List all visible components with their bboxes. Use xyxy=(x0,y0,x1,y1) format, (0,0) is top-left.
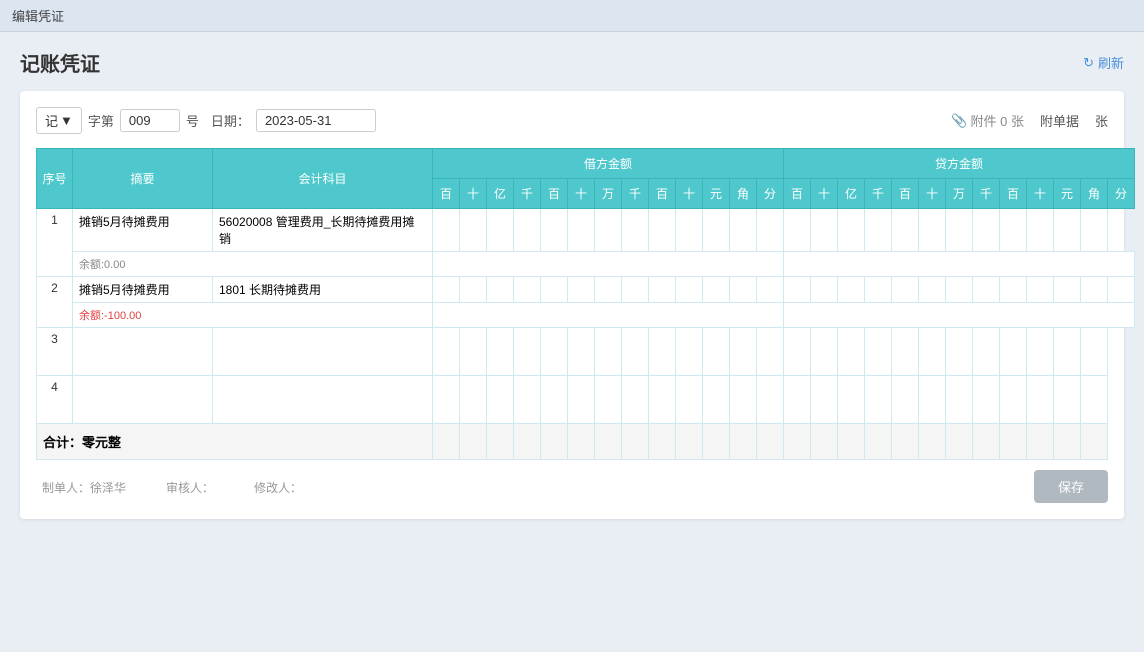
page-header: 记账凭证 ↻ 刷新 xyxy=(20,48,1124,77)
voucher-card: 记 ▼ 字第 号 日期： 📎 附件 0 张 附单据 张 xyxy=(20,91,1124,519)
credit-col-1: 十 xyxy=(811,179,838,209)
credit-col-2: 亿 xyxy=(838,179,865,209)
credit-col-3: 千 xyxy=(865,179,892,209)
footer-info: 制单人：徐泽华 审核人： 修改人： xyxy=(36,469,308,498)
debit-col-12: 分 xyxy=(757,179,784,209)
header-right: 📎 附件 0 张 附单据 张 xyxy=(951,111,1108,130)
date-label: 日期： xyxy=(211,111,250,130)
credit-col-8: 百 xyxy=(1000,179,1027,209)
voucher-table: 序号 摘要 会计科目 借方金额 贷方金额 百 十 亿 千 百 十 万 千 百 xyxy=(36,148,1135,460)
row-seq: 2 xyxy=(37,277,73,328)
row-seq: 4 xyxy=(37,376,73,424)
debit-col-1: 十 xyxy=(460,179,487,209)
table-row: 3 xyxy=(37,328,1135,376)
maker-label: 制单人：徐泽华 xyxy=(42,479,126,496)
debit-col-8: 百 xyxy=(649,179,676,209)
credit-col-12: 分 xyxy=(1108,179,1135,209)
row-seq: 3 xyxy=(37,328,73,376)
dropdown-icon: ▼ xyxy=(60,113,73,128)
reviewer-label: 审核人： xyxy=(166,479,214,496)
debit-col-11: 角 xyxy=(730,179,757,209)
credit-col-11: 角 xyxy=(1081,179,1108,209)
page-title: 记账凭证 xyxy=(20,48,100,77)
debit-col-9: 十 xyxy=(676,179,703,209)
title-bar-label: 编辑凭证 xyxy=(12,9,64,24)
voucher-type-group: 记 ▼ 字第 号 xyxy=(36,107,199,134)
th-summary: 摘要 xyxy=(73,149,213,209)
modifier-label: 修改人： xyxy=(254,479,302,496)
date-input[interactable] xyxy=(256,109,376,132)
th-credit: 贷方金额 xyxy=(784,149,1135,179)
credit-col-5: 十 xyxy=(919,179,946,209)
row-summary[interactable] xyxy=(73,328,213,376)
th-account: 会计科目 xyxy=(213,149,433,209)
debit-col-3: 千 xyxy=(514,179,541,209)
footer-row: 制单人：徐泽华 审核人： 修改人： 保存 xyxy=(36,464,1108,503)
table-row: 1 摊销5月待摊费用 56020008 管理费用_长期待摊费用摊销 xyxy=(37,209,1135,252)
row-seq: 1 xyxy=(37,209,73,277)
table-row-balance: 余额:-100.00 xyxy=(37,303,1135,328)
voucher-type-button[interactable]: 记 ▼ xyxy=(36,107,82,134)
voucher-number-input[interactable] xyxy=(120,109,180,132)
credit-col-4: 百 xyxy=(892,179,919,209)
credit-col-10: 元 xyxy=(1054,179,1081,209)
row-account[interactable] xyxy=(213,376,433,424)
attachment-icon: 📎 xyxy=(951,113,967,129)
save-button[interactable]: 保存 xyxy=(1034,470,1108,503)
total-label: 合计：零元整 xyxy=(37,424,433,460)
debit-col-2: 亿 xyxy=(487,179,514,209)
refresh-icon: ↻ xyxy=(1083,55,1094,71)
table-row: 2 摊销5月待摊费用 1801 长期待摊费用 xyxy=(37,277,1135,303)
voucher-header: 记 ▼ 字第 号 日期： 📎 附件 0 张 附单据 张 xyxy=(36,107,1108,134)
main-container: 记账凭证 ↻ 刷新 记 ▼ 字第 号 日期： 📎 xyxy=(0,32,1144,652)
th-debit: 借方金额 xyxy=(433,149,784,179)
table-row-balance: 余额:0.00 xyxy=(37,252,1135,277)
date-group: 日期： xyxy=(211,109,376,132)
debit-col-7: 千 xyxy=(622,179,649,209)
credit-col-9: 十 xyxy=(1027,179,1054,209)
table-row: 4 xyxy=(37,376,1135,424)
debit-col-10: 元 xyxy=(703,179,730,209)
credit-col-0: 百 xyxy=(784,179,811,209)
hao-label: 号 xyxy=(186,111,199,130)
debit-col-4: 百 xyxy=(541,179,568,209)
attachment-link[interactable]: 📎 附件 0 张 xyxy=(951,111,1024,130)
zi-label: 字第 xyxy=(88,111,114,130)
debit-col-6: 万 xyxy=(595,179,622,209)
attach-single-button[interactable]: 附单据 xyxy=(1040,111,1079,130)
th-seq: 序号 xyxy=(37,149,73,209)
debit-col-0: 百 xyxy=(433,179,460,209)
total-row: 合计：零元整 xyxy=(37,424,1135,460)
balance-cell: 余额:0.00 xyxy=(73,252,433,277)
row-account[interactable]: 1801 长期待摊费用 xyxy=(213,277,433,303)
zhang-label: 张 xyxy=(1095,111,1108,130)
row-summary[interactable]: 摊销5月待摊费用 xyxy=(73,209,213,252)
refresh-button[interactable]: ↻ 刷新 xyxy=(1083,53,1124,72)
title-bar: 编辑凭证 xyxy=(0,0,1144,32)
row-account[interactable]: 56020008 管理费用_长期待摊费用摊销 xyxy=(213,209,433,252)
credit-col-6: 万 xyxy=(946,179,973,209)
balance-cell: 余额:-100.00 xyxy=(73,303,433,328)
debit-cell[interactable] xyxy=(433,209,460,252)
row-summary[interactable] xyxy=(73,376,213,424)
debit-col-5: 十 xyxy=(568,179,595,209)
credit-col-7: 千 xyxy=(973,179,1000,209)
row-summary[interactable]: 摊销5月待摊费用 xyxy=(73,277,213,303)
row-account[interactable] xyxy=(213,328,433,376)
